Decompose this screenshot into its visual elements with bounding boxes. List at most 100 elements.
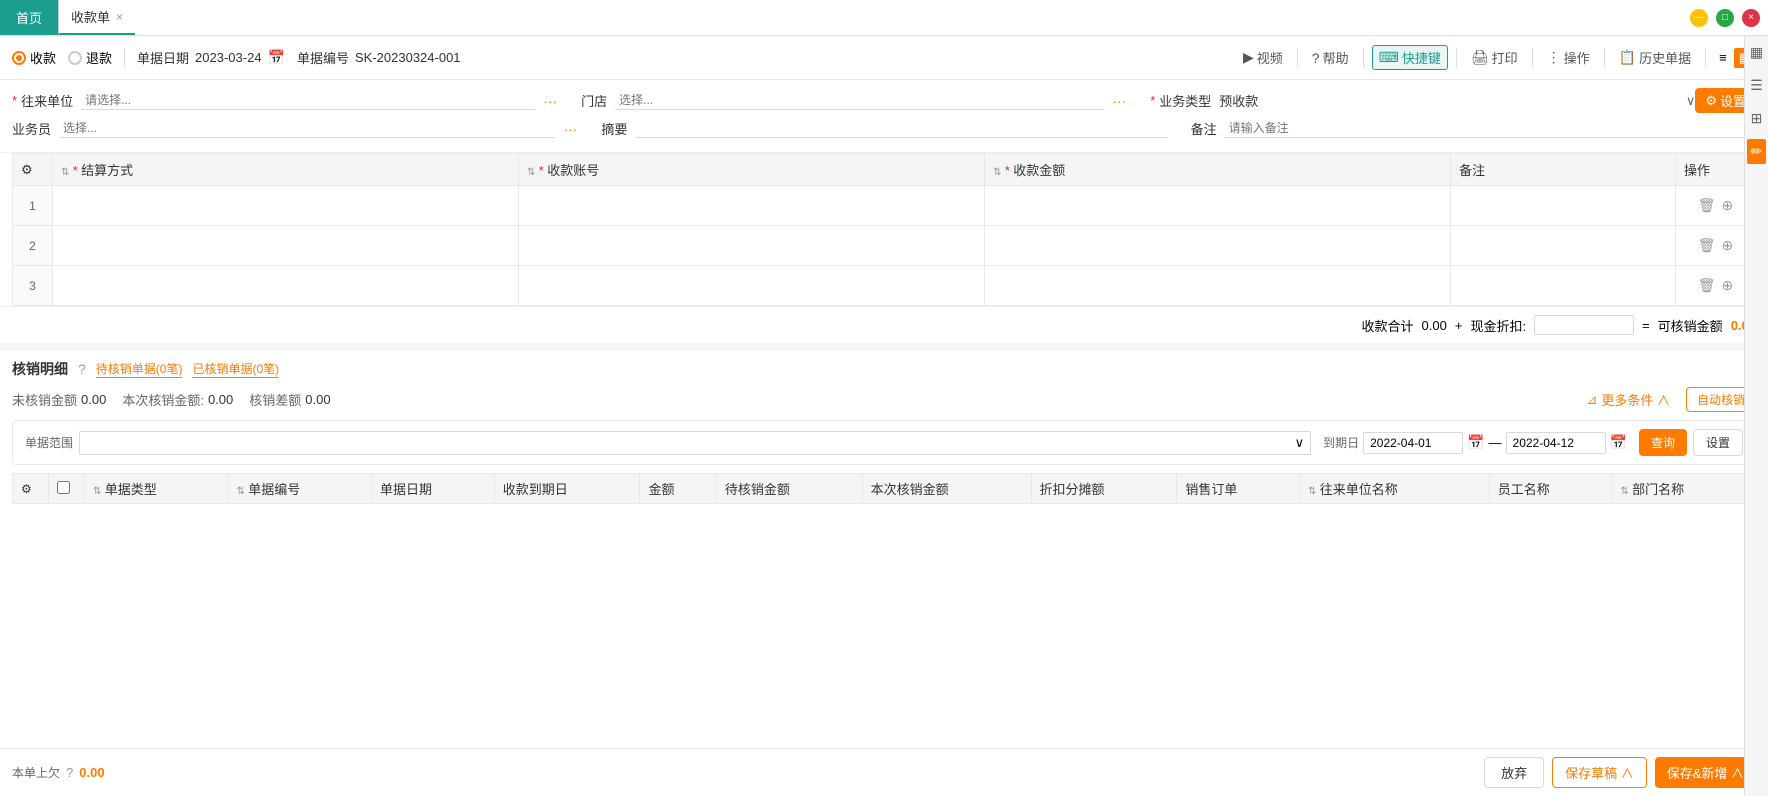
filter-range-select[interactable]: ∨ [79,431,1311,455]
toolbar-right: ▶ 视频 ? 帮助 ⌨ 快捷键 🖨 打印 ⋮ 操作 [1237,45,1756,70]
filter-due-label: 到期日 [1323,434,1359,451]
row-3-remark[interactable] [1451,266,1676,306]
shop-more-icon[interactable]: ··· [1112,93,1126,109]
date-from-calendar-icon[interactable]: 📅 [1467,434,1484,451]
col-action-label: 操作 [1684,163,1710,178]
number-label: 单据编号 [297,48,349,67]
col-staff: 员工名称 [1489,474,1612,504]
row-3-amount[interactable] [985,266,1451,306]
date-to-calendar-icon[interactable]: 📅 [1610,434,1627,451]
row-3-copy-icon[interactable]: ⊕ [1722,277,1734,294]
query-button[interactable]: 查询 [1639,429,1687,456]
staff-more-icon[interactable]: ··· [563,121,577,137]
tab-done[interactable]: 已核销单据(0笔) [192,360,279,378]
row-num-3: 3 [13,266,53,306]
row-3-settle[interactable] [53,266,519,306]
form-row-2: 业务员 ··· 摘要 备注 [12,119,1756,138]
print-button[interactable]: 🖨 打印 [1465,46,1524,69]
help-button[interactable]: ? 帮助 [1306,46,1355,69]
summary-row: 收款合计 0.00 + 现金折扣: = 可核销金额 0.00 [0,306,1768,343]
shortcut-label: 快捷键 [1402,48,1441,67]
row-2-amount[interactable] [985,226,1451,266]
summary-label: 摘要 [601,119,627,138]
actions-button[interactable]: ⋮ 操作 [1541,46,1596,69]
col-settle: ⇅ * 结算方式 [53,154,519,186]
video-label: 视频 [1257,48,1283,67]
party-more-icon[interactable]: ··· [543,93,557,109]
row-1-settle[interactable] [53,186,519,226]
date-calendar-icon[interactable]: 📅 [268,49,285,66]
history-button[interactable]: 📋 历史单据 [1613,46,1697,69]
stat-uncancelled: 未核销金额 0.00 [12,390,106,409]
col-checkbox[interactable] [49,474,85,504]
view-list-button[interactable]: ≡ [1714,48,1732,68]
select-all-checkbox[interactable] [57,481,70,494]
set-button[interactable]: 设置 [1693,429,1743,456]
sidebar-attach-icon[interactable]: ⊞ [1747,106,1767,131]
remark-input[interactable] [1225,119,1756,138]
shop-input[interactable] [615,91,1104,110]
writeoff-section: 核销明细 ? 待核销单据(0笔) 已核销单据(0笔) 未核销金额 0.00 本次… [0,351,1768,512]
toolbar-separator-6 [1604,48,1605,68]
row-2-remark[interactable] [1451,226,1676,266]
stat-diff-label: 核销差额 [249,390,301,409]
abandon-button[interactable]: 放弃 [1484,757,1544,788]
writeoff-title: 核销明细 [12,359,68,379]
row-3-delete-icon[interactable]: 🗑 [1698,277,1716,294]
party-label: 往来单位 [21,91,73,110]
date-field-group: 单据日期 2023-03-24 📅 [137,48,285,67]
filter-date-to[interactable] [1506,432,1606,454]
staff-input[interactable] [59,119,555,138]
save-new-button[interactable]: 保存&新增 ∧ [1655,757,1756,788]
nav-home[interactable]: 首页 [0,0,58,35]
number-value: SK-20230324-001 [355,50,461,65]
party-input[interactable] [81,91,535,110]
row-1-copy-icon[interactable]: ⊕ [1722,197,1734,214]
row-2-account[interactable] [519,226,985,266]
row-2-settle[interactable] [53,226,519,266]
writeoff-stats: 未核销金额 0.00 本次核销金额: 0.00 核销差额 0.00 ⊿ 更多条件… [12,387,1756,412]
save-draft-button[interactable]: 保存草稿 ∧ [1552,757,1647,788]
radio-shoukuan[interactable]: 收款 [12,48,56,67]
discount-input[interactable] [1534,315,1634,335]
row-3-account[interactable] [519,266,985,306]
win-max-button[interactable]: □ [1716,9,1734,27]
sidebar-edit-icon[interactable]: ✏ [1747,139,1767,164]
row-1-amount[interactable] [985,186,1451,226]
data-table: ⚙ ⇅ * 结算方式 ⇅ * 收款账号 ⇅ * 收款 [12,153,1756,306]
nav-tab-shoukuan[interactable]: 收款单 × [58,0,135,35]
stat-uncancelled-label: 未核销金额 [12,390,77,409]
biz-type-arrow[interactable]: ∨ [1686,93,1696,109]
sidebar-list-icon[interactable]: ☰ [1746,73,1767,98]
discount-label: 现金折扣: [1470,316,1526,335]
row-2-copy-icon[interactable]: ⊕ [1722,237,1734,254]
form-row-1: * 往来单位 ··· 门店 ··· * 业务类型 预收款 ∨ ⚙ 设置 [12,88,1756,113]
summary-input[interactable] [635,119,1166,138]
row-1-account[interactable] [519,186,985,226]
toolbar-separator-3 [1363,48,1364,68]
col-settings-bottom[interactable]: ⚙ [13,474,49,504]
form-area: * 往来单位 ··· 门店 ··· * 业务类型 预收款 ∨ ⚙ 设置 [0,80,1768,153]
radio-tuikuan[interactable]: 退款 [68,48,112,67]
table-row: 3 🗑 ⊕ [13,266,1756,306]
row-1-delete-icon[interactable]: 🗑 [1698,197,1716,214]
footer-help-icon[interactable]: ? [66,765,73,780]
col-settings[interactable]: ⚙ [13,154,53,186]
filter-date-from[interactable] [1363,432,1463,454]
section-divider [0,343,1768,351]
win-min-button[interactable]: — [1690,9,1708,27]
shop-label: 门店 [581,91,607,110]
writeoff-help-icon[interactable]: ? [78,361,86,377]
shortcut-button[interactable]: ⌨ 快捷键 [1372,45,1448,70]
nav-tab-close[interactable]: × [116,10,123,24]
sidebar-table-icon[interactable]: ▦ [1746,40,1767,65]
toolbar-separator-4 [1456,48,1457,68]
row-1-remark[interactable] [1451,186,1676,226]
video-button[interactable]: ▶ 视频 [1237,46,1289,69]
tab-pending[interactable]: 待核销单据(0笔) [96,360,183,378]
more-conditions-button[interactable]: ⊿ 更多条件 ∧ [1586,390,1670,409]
row-2-delete-icon[interactable]: 🗑 [1698,237,1716,254]
actions-label: 操作 [1564,48,1590,67]
footer: 本单上欠 ? 0.00 放弃 保存草稿 ∧ 保存&新增 ∧ [0,748,1768,796]
win-close-button[interactable]: × [1742,9,1760,27]
